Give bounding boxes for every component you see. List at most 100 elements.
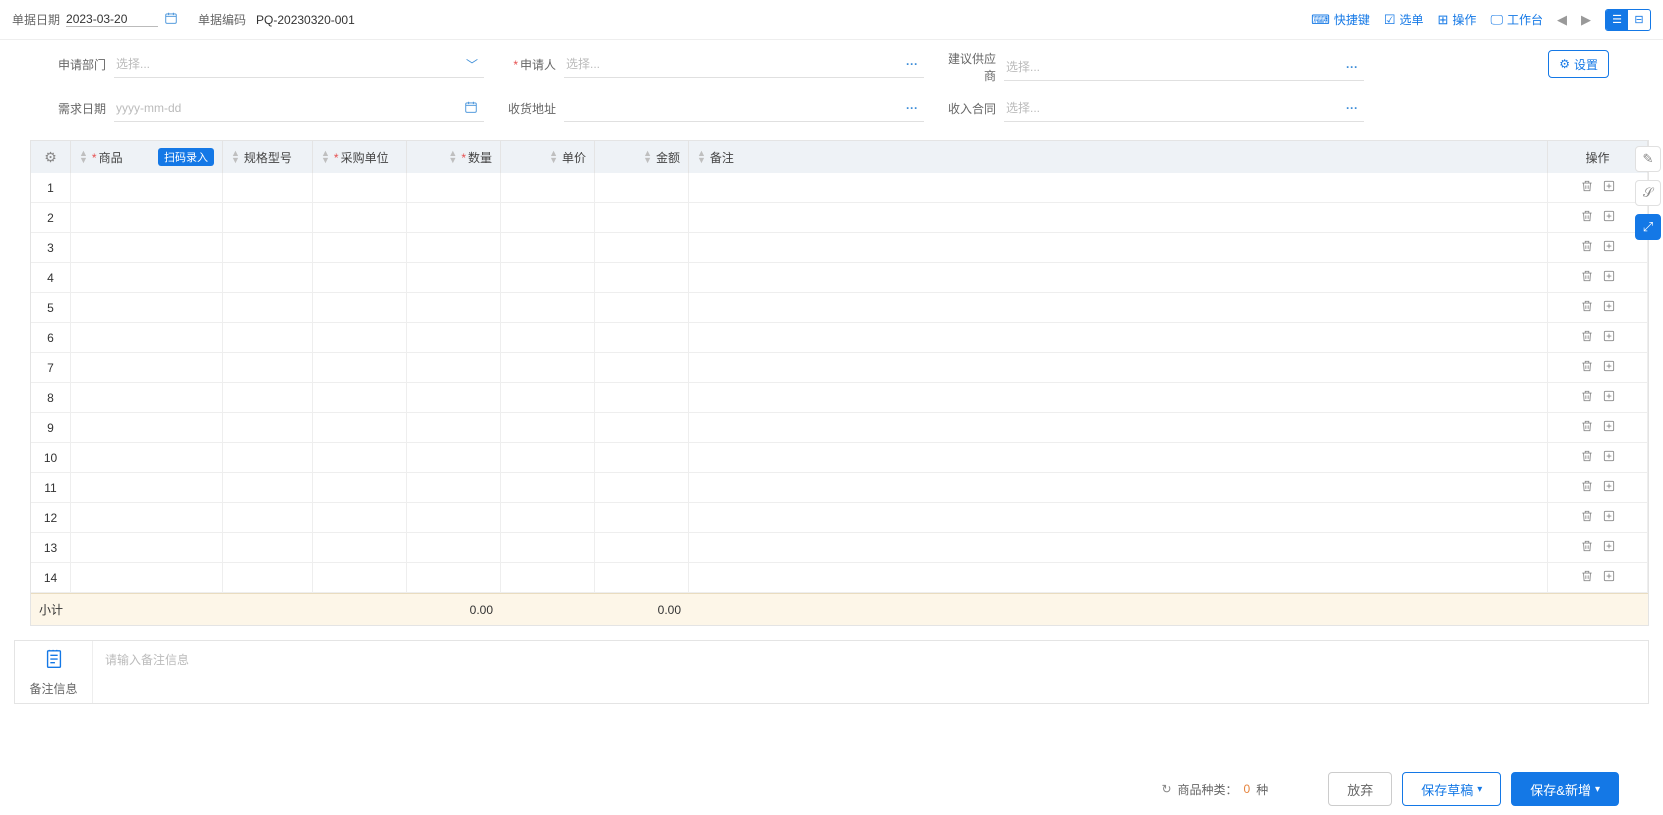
scan-badge[interactable]: 扫码录入	[158, 148, 214, 166]
cell-amount[interactable]	[595, 353, 689, 382]
more-icon[interactable]: ···	[906, 57, 918, 71]
cell-remark[interactable]	[689, 203, 1548, 232]
cell-product[interactable]	[71, 383, 223, 412]
cell-spec[interactable]	[223, 503, 313, 532]
cell-product[interactable]	[71, 413, 223, 442]
cell-product[interactable]	[71, 353, 223, 382]
cell-unit[interactable]	[313, 473, 407, 502]
table-row[interactable]: 4	[31, 263, 1648, 293]
cell-price[interactable]	[501, 533, 595, 562]
add-row-icon[interactable]	[1602, 239, 1616, 256]
cell-unit[interactable]	[313, 263, 407, 292]
addr-input[interactable]	[564, 94, 924, 122]
delete-row-icon[interactable]	[1580, 269, 1594, 286]
table-row[interactable]: 6	[31, 323, 1648, 353]
cell-spec[interactable]	[223, 323, 313, 352]
view-grid-icon[interactable]: ⊟	[1628, 10, 1650, 30]
contract-input[interactable]	[1004, 94, 1364, 122]
add-row-icon[interactable]	[1602, 479, 1616, 496]
calendar-icon[interactable]	[164, 11, 178, 28]
cell-price[interactable]	[501, 413, 595, 442]
rail-expand-icon[interactable]: ⤢	[1635, 214, 1661, 240]
rail-attach-icon[interactable]: 𝒮	[1635, 180, 1661, 206]
cell-product[interactable]	[71, 563, 223, 592]
cell-remark[interactable]	[689, 383, 1548, 412]
cell-product[interactable]	[71, 173, 223, 202]
cell-spec[interactable]	[223, 473, 313, 502]
cell-product[interactable]	[71, 503, 223, 532]
dept-input[interactable]	[114, 50, 484, 78]
add-row-icon[interactable]	[1602, 269, 1616, 286]
select-doc-button[interactable]: ☑选单	[1384, 11, 1424, 28]
save-new-button[interactable]: 保存&新增▾	[1511, 772, 1619, 806]
more-icon[interactable]: ···	[906, 101, 918, 115]
th-spec[interactable]: ▲▼规格型号	[223, 141, 313, 173]
table-row[interactable]: 5	[31, 293, 1648, 323]
cell-spec[interactable]	[223, 263, 313, 292]
shortcut-button[interactable]: ⌨快捷键	[1311, 11, 1370, 28]
supplier-input[interactable]	[1004, 53, 1364, 81]
cell-spec[interactable]	[223, 563, 313, 592]
cell-remark[interactable]	[689, 413, 1548, 442]
add-row-icon[interactable]	[1602, 359, 1616, 376]
cell-price[interactable]	[501, 173, 595, 202]
rail-draft-icon[interactable]: ✎	[1635, 146, 1661, 172]
cell-qty[interactable]	[407, 533, 501, 562]
delete-row-icon[interactable]	[1580, 389, 1594, 406]
cell-amount[interactable]	[595, 323, 689, 352]
cell-amount[interactable]	[595, 503, 689, 532]
cell-qty[interactable]	[407, 173, 501, 202]
cell-qty[interactable]	[407, 203, 501, 232]
add-row-icon[interactable]	[1602, 389, 1616, 406]
cell-product[interactable]	[71, 323, 223, 352]
delete-row-icon[interactable]	[1580, 299, 1594, 316]
cell-amount[interactable]	[595, 533, 689, 562]
delete-row-icon[interactable]	[1580, 419, 1594, 436]
cell-qty[interactable]	[407, 443, 501, 472]
cell-spec[interactable]	[223, 203, 313, 232]
th-unit[interactable]: ▲▼采购单位	[313, 141, 407, 173]
delete-row-icon[interactable]	[1580, 569, 1594, 586]
cell-remark[interactable]	[689, 533, 1548, 562]
add-row-icon[interactable]	[1602, 539, 1616, 556]
cell-price[interactable]	[501, 383, 595, 412]
add-row-icon[interactable]	[1602, 209, 1616, 226]
cell-remark[interactable]	[689, 293, 1548, 322]
delete-row-icon[interactable]	[1580, 239, 1594, 256]
th-product[interactable]: ▲▼商品扫码录入	[71, 141, 223, 173]
table-row[interactable]: 2	[31, 203, 1648, 233]
next-arrow[interactable]: ▶	[1581, 12, 1591, 28]
table-row[interactable]: 11	[31, 473, 1648, 503]
add-row-icon[interactable]	[1602, 449, 1616, 466]
cell-remark[interactable]	[689, 503, 1548, 532]
cell-unit[interactable]	[313, 353, 407, 382]
add-row-icon[interactable]	[1602, 329, 1616, 346]
cell-amount[interactable]	[595, 383, 689, 412]
settings-button[interactable]: ⚙ 设置	[1548, 50, 1609, 78]
cell-amount[interactable]	[595, 173, 689, 202]
note-tab[interactable]: 备注信息	[15, 641, 93, 703]
table-row[interactable]: 9	[31, 413, 1648, 443]
cell-amount[interactable]	[595, 443, 689, 472]
cell-unit[interactable]	[313, 503, 407, 532]
table-row[interactable]: 1	[31, 173, 1648, 203]
more-icon[interactable]: ···	[1346, 101, 1358, 115]
cell-qty[interactable]	[407, 293, 501, 322]
delete-row-icon[interactable]	[1580, 179, 1594, 196]
delete-row-icon[interactable]	[1580, 209, 1594, 226]
cell-price[interactable]	[501, 503, 595, 532]
cell-qty[interactable]	[407, 383, 501, 412]
cell-price[interactable]	[501, 263, 595, 292]
cell-product[interactable]	[71, 263, 223, 292]
delete-row-icon[interactable]	[1580, 449, 1594, 466]
cell-amount[interactable]	[595, 263, 689, 292]
cell-product[interactable]	[71, 533, 223, 562]
cell-unit[interactable]	[313, 533, 407, 562]
cell-amount[interactable]	[595, 473, 689, 502]
add-row-icon[interactable]	[1602, 509, 1616, 526]
prev-arrow[interactable]: ◀	[1557, 12, 1567, 28]
cell-qty[interactable]	[407, 413, 501, 442]
cell-spec[interactable]	[223, 233, 313, 262]
discard-button[interactable]: 放弃	[1328, 772, 1392, 806]
cell-product[interactable]	[71, 233, 223, 262]
